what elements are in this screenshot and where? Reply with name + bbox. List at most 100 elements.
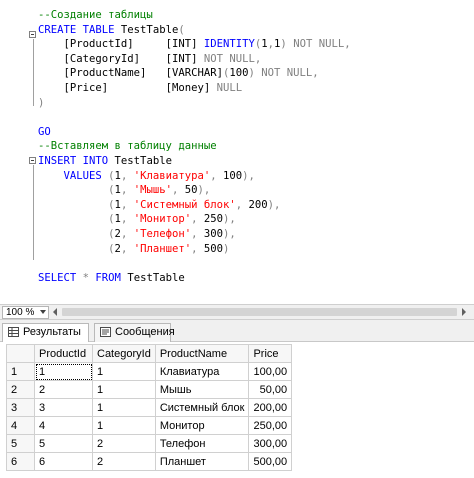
code-line[interactable]: [ProductName] [VARCHAR](100) NOT NULL, (38, 66, 319, 80)
grid-cell[interactable]: 2 (92, 452, 156, 471)
row-number[interactable]: 3 (6, 398, 35, 417)
code-token: ), (197, 184, 211, 197)
grid-cell[interactable]: 3 (34, 398, 93, 417)
row-number[interactable]: 6 (6, 452, 35, 471)
code-line[interactable]: [ProductId] [INT] IDENTITY(1,1) NOT NULL… (38, 37, 351, 51)
code-line[interactable]: SELECT * FROM TestTable (38, 271, 185, 285)
tab-messages[interactable]: Сообщения (94, 323, 175, 342)
code-token: , (312, 67, 319, 80)
code-line[interactable]: INSERT INTO TestTable (38, 154, 172, 168)
row-number[interactable]: 2 (6, 380, 35, 399)
grid-cell[interactable]: 50,00 (248, 380, 293, 399)
code-token: * (76, 271, 96, 284)
code-line[interactable]: (2, 'Планшет', 500) (38, 242, 229, 256)
table-row[interactable]: 5 5 2 Телефон 300,00 (6, 434, 293, 453)
results-tabbar: Результаты Сообщения (0, 320, 474, 343)
code-token: , (191, 213, 204, 226)
table-row[interactable]: 1 1 1 Клавиатура 100,00 (6, 362, 293, 381)
zoom-select[interactable]: 100 % (2, 306, 49, 319)
grid-cell[interactable]: 6 (34, 452, 93, 471)
grid-cell[interactable]: 1 (92, 416, 156, 435)
code-line[interactable]: GO (38, 125, 51, 139)
code-line[interactable]: ) (38, 96, 44, 110)
grid-cell[interactable]: Телефон (154, 434, 250, 453)
grid-cell[interactable]: 250,00 (248, 416, 293, 435)
code-token: 250 (203, 213, 224, 226)
scroll-left-icon[interactable] (53, 308, 57, 316)
grid-icon (8, 327, 19, 337)
code-token: ), (223, 213, 236, 226)
column-header[interactable]: ProductId (34, 344, 93, 363)
grid-cell[interactable]: 2 (34, 380, 93, 399)
collapse-create-icon[interactable] (29, 31, 36, 38)
table-row[interactable]: 4 4 1 Монитор 250,00 (6, 416, 293, 435)
grid-cell[interactable]: 500,00 (248, 452, 293, 471)
grid-cell[interactable]: 1 (34, 362, 93, 381)
grid-cell[interactable]: 2 (92, 434, 156, 453)
code-token: , (120, 213, 134, 226)
grid-cell[interactable]: Монитор (154, 416, 250, 435)
grid-cell[interactable]: Планшет (154, 452, 250, 471)
code-token: [ProductName] (38, 67, 166, 80)
code-line[interactable]: --Вставляем в таблицу данные (38, 139, 217, 153)
code-line[interactable]: (1, 'Системный блок', 200), (38, 198, 280, 212)
code-token: 500 (203, 242, 224, 255)
code-line[interactable]: [Price] [Money] NULL (38, 81, 243, 95)
code-token: 'Планшет' (133, 242, 192, 255)
chevron-down-icon (40, 310, 46, 314)
row-number[interactable]: 5 (6, 434, 35, 453)
code-line[interactable]: CREATE TABLE TestTable( (38, 23, 185, 37)
grid-corner[interactable] (6, 344, 35, 363)
code-token: TestTable (114, 23, 179, 36)
code-line[interactable]: (2, 'Телефон', 300), (38, 227, 236, 241)
row-number[interactable]: 1 (6, 362, 35, 381)
code-token: IDENTITY (197, 38, 255, 51)
code-line[interactable]: --Создание таблицы (38, 8, 153, 22)
fold-guide (33, 39, 34, 106)
scroll-right-icon[interactable] (462, 308, 466, 316)
code-token: , (120, 169, 134, 182)
code-line[interactable]: (1, 'Мышь', 50), (38, 183, 210, 197)
grid-cell[interactable]: Мышь (154, 380, 250, 399)
code-token: ), (223, 228, 236, 240)
tab-results[interactable]: Результаты (2, 323, 89, 343)
grid-cell[interactable]: 200,00 (248, 398, 293, 417)
table-row[interactable]: 6 6 2 Планшет 500,00 (6, 452, 293, 471)
code-token: 200 (248, 198, 268, 211)
table-row[interactable]: 2 2 1 Мышь 50,00 (6, 380, 293, 399)
code-token: , (120, 184, 134, 197)
grid-cell[interactable]: 100,00 (248, 362, 293, 381)
code-token: [Price] (38, 82, 166, 94)
column-header[interactable]: ProductName (154, 344, 250, 363)
horizontal-scrollbar[interactable] (62, 308, 457, 316)
grid-cell[interactable]: 5 (34, 434, 93, 453)
fold-guide (33, 165, 34, 260)
code-line[interactable]: VALUES (1, 'Клавиатура', 100), (38, 169, 255, 183)
grid-cell[interactable]: 1 (92, 398, 156, 417)
code-token: 'Системный блок' (133, 198, 236, 211)
code-token: , (120, 198, 134, 211)
code-token: [ProductId] (38, 38, 166, 51)
grid-cell[interactable]: Системный блок (154, 398, 250, 417)
code-token: , (210, 169, 224, 182)
results-grid-area: ProductId CategoryId ProductName Price 1… (0, 342, 474, 478)
grid-cell[interactable]: 1 (92, 380, 156, 399)
grid-cell[interactable]: 4 (34, 416, 93, 435)
table-row[interactable]: 3 3 1 Системный блок 200,00 (6, 398, 293, 417)
code-token: ) (38, 96, 45, 109)
code-token: , (171, 184, 185, 197)
code-token: 'Клавиатура' (133, 169, 211, 182)
row-number[interactable]: 4 (6, 416, 35, 435)
grid-cell[interactable]: Клавиатура (154, 362, 250, 381)
grid-cell[interactable]: 300,00 (248, 434, 293, 453)
code-token: NOT NULL (254, 67, 313, 80)
code-line[interactable]: [CategoryId] [INT] NOT NULL, (38, 52, 262, 66)
code-token: [INT] (165, 52, 198, 65)
collapse-insert-icon[interactable] (29, 157, 36, 164)
code-line[interactable]: (1, 'Монитор', 250), (38, 212, 236, 226)
sql-editor[interactable]: --Создание таблицы CREATE TABLE TestTable… (0, 0, 474, 304)
code-token: TestTable (120, 271, 185, 284)
grid-cell[interactable]: 1 (92, 362, 156, 381)
column-header[interactable]: Price (248, 344, 293, 363)
column-header[interactable]: CategoryId (92, 344, 156, 363)
